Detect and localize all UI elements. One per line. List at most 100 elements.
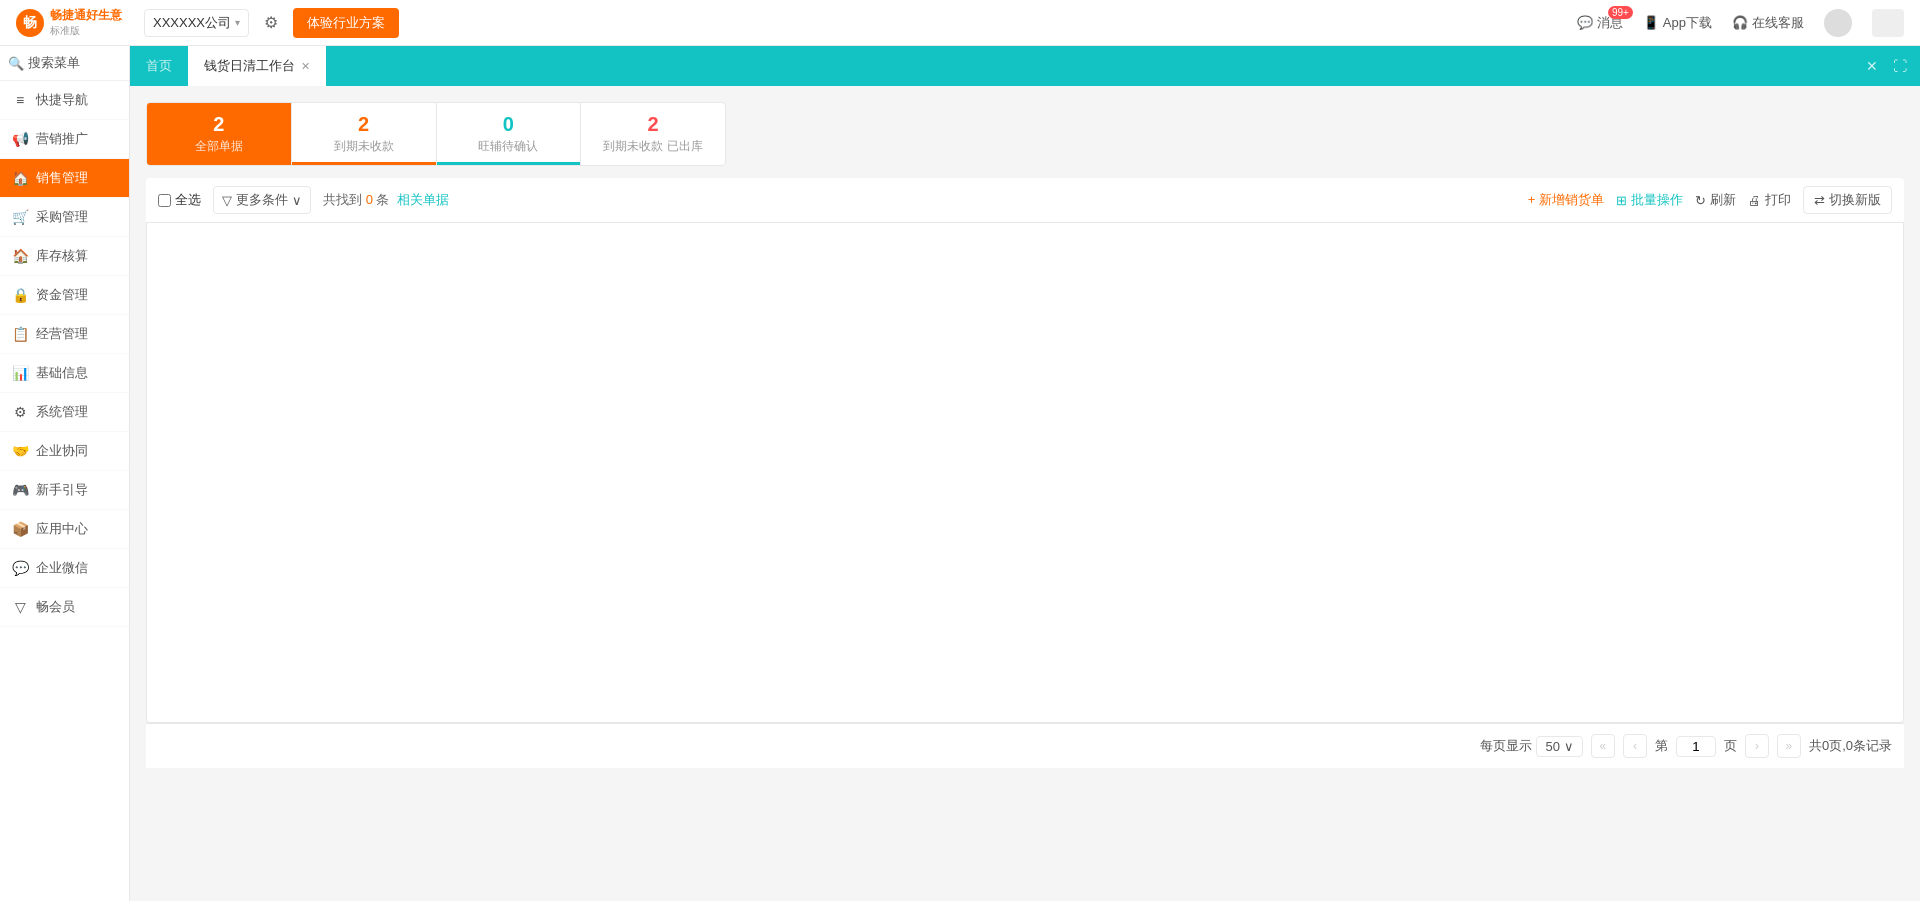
sidebar-item-cooperation[interactable]: 🤝 企业协同 [0,432,129,471]
cooperation-icon: 🤝 [12,443,28,459]
app-download-item[interactable]: 📱 App下载 [1643,14,1712,32]
app-download-label: App下载 [1663,14,1712,32]
sidebar-item-label: 营销推广 [36,130,88,148]
page-size-value: 50 [1545,739,1559,754]
tab-home-label: 首页 [146,57,172,75]
stats-tab-shipped-label: 到期未收款 已出库 [593,138,713,155]
sidebar-item-label: 采购管理 [36,208,88,226]
page-size-dropdown[interactable]: 50 ∨ [1536,736,1582,757]
print-button[interactable]: 🖨 打印 [1748,191,1791,209]
chevron-down-icon: ▾ [235,17,240,28]
message-badge: 99+ [1608,6,1633,19]
close-tab-icon[interactable]: ✕ [301,60,310,73]
sidebar-item-inventory[interactable]: 🏠 库存核算 [0,237,129,276]
new-order-button[interactable]: + 新增销货单 [1528,191,1604,209]
main-content: 2 全部单据 2 到期未收款 0 旺辅待确认 2 到期未收款 已出库 全选 ▽ [130,86,1920,901]
toolbar-right: + 新增销货单 ⊞ 批量操作 ↻ 刷新 🖨 打印 ⇄ 切换新版 [1528,186,1892,214]
tab-close-button[interactable]: ✕ [1860,54,1884,78]
sidebar-item-label: 资金管理 [36,286,88,304]
logo-icon: 畅 [16,9,44,37]
sidebar-item-member[interactable]: ▽ 畅会员 [0,588,129,627]
stats-tab-all[interactable]: 2 全部单据 [147,103,292,165]
switch-version-button[interactable]: ⇄ 切换新版 [1803,186,1892,214]
inventory-icon: 🏠 [12,248,28,264]
print-icon: 🖨 [1748,193,1761,208]
user-dropdown[interactable] [1872,9,1904,37]
batch-icon: ⊞ [1616,193,1627,208]
sidebar-item-purchase[interactable]: 🛒 采购管理 [0,198,129,237]
page-input[interactable] [1676,736,1716,757]
app-center-icon: 📦 [12,521,28,537]
settings-button[interactable]: ⚙ [257,9,285,37]
header: 畅 畅捷通好生意 标准版 XXXXXX公司 ▾ ⚙ 体验行业方案 💬 消息 99… [0,0,1920,46]
filter-button[interactable]: ▽ 更多条件 ∨ [213,186,311,214]
sidebar-item-marketing[interactable]: 📢 营销推广 [0,120,129,159]
member-icon: ▽ [12,599,28,615]
sidebar-item-sales[interactable]: 🏠 销售管理 [0,159,129,198]
sidebar-item-operations[interactable]: 📋 经营管理 [0,315,129,354]
select-all-checkbox[interactable]: 全选 [158,191,201,209]
pagination: 每页显示 50 ∨ « ‹ 第 页 › » 共0页,0条记录 [146,723,1904,768]
stats-tab-shipped-num: 2 [593,113,713,136]
online-service-label: 在线客服 [1752,14,1804,32]
avatar[interactable] [1824,9,1852,37]
next-page-button[interactable]: › [1745,734,1769,758]
basic-info-icon: 📊 [12,365,28,381]
tab-home[interactable]: 首页 [130,46,188,86]
wechat-icon: 💬 [12,560,28,576]
select-all-input[interactable] [158,194,171,207]
stats-tab-all-num: 2 [159,113,279,136]
page-unit: 页 [1724,737,1737,755]
switch-label: 切换新版 [1829,191,1881,209]
refresh-button[interactable]: ↻ 刷新 [1695,191,1736,209]
refresh-label: 刷新 [1710,191,1736,209]
tab-daily-work[interactable]: 钱货日清工作台 ✕ [188,46,326,86]
batch-operation-button[interactable]: ⊞ 批量操作 [1616,191,1683,209]
company-name: XXXXXX公司 [153,14,231,32]
sidebar-item-label: 新手引导 [36,481,88,499]
message-item[interactable]: 💬 消息 99+ [1577,14,1623,32]
chevron-down-icon: ∨ [1564,739,1574,754]
sidebar-item-finance[interactable]: 🔒 资金管理 [0,276,129,315]
logo-text: 畅捷通好生意 标准版 [50,8,122,37]
tab-expand-button[interactable]: ⛶ [1888,54,1912,78]
select-all-label: 全选 [175,191,201,209]
sidebar-item-label: 应用中心 [36,520,88,538]
sidebar-item-app-center[interactable]: 📦 应用中心 [0,510,129,549]
search-icon: 🔍 [8,56,24,71]
page-label: 第 [1655,737,1668,755]
tab-bar: 首页 钱货日清工作台 ✕ ✕ ⛶ [130,46,1920,86]
sidebar-item-system[interactable]: ⚙ 系统管理 [0,393,129,432]
sidebar-item-basic-info[interactable]: 📊 基础信息 [0,354,129,393]
last-page-button[interactable]: » [1777,734,1801,758]
sidebar-search[interactable]: 🔍 搜索菜单 [0,46,129,81]
stats-tab-overdue[interactable]: 2 到期未收款 [292,103,437,165]
sidebar-item-label: 销售管理 [36,169,88,187]
logo-area: 畅 畅捷通好生意 标准版 [16,8,136,37]
page-size-select: 每页显示 50 ∨ [1480,736,1582,757]
tutorial-icon: 🎮 [12,482,28,498]
prev-page-button[interactable]: ‹ [1623,734,1647,758]
stats-tab-pending-num: 0 [449,113,569,136]
sidebar-item-tutorial[interactable]: 🎮 新手引导 [0,471,129,510]
sidebar-item-label: 企业协同 [36,442,88,460]
finance-icon: 🔒 [12,287,28,303]
online-service-item[interactable]: 🎧 在线客服 [1732,14,1804,32]
stats-tab-overdue-num: 2 [304,113,424,136]
header-right: 💬 消息 99+ 📱 App下载 🎧 在线客服 [1577,9,1904,37]
sidebar: 🔍 搜索菜单 ≡ 快捷导航 📢 营销推广 🏠 销售管理 🛒 采购管理 🏠 库存核… [0,0,130,901]
tab-daily-work-label: 钱货日清工作台 [204,57,295,75]
stats-tab-shipped[interactable]: 2 到期未收款 已出库 [581,103,725,165]
sidebar-item-quick-nav[interactable]: ≡ 快捷导航 [0,81,129,120]
experience-button[interactable]: 体验行业方案 [293,8,399,38]
search-label: 搜索菜单 [28,54,80,72]
company-selector[interactable]: XXXXXX公司 ▾ [144,9,249,37]
stats-tab-pending[interactable]: 0 旺辅待确认 [437,103,582,165]
tab-bar-actions: ✕ ⛶ [1860,54,1920,78]
toolbar-left: 全选 ▽ 更多条件 ∨ 共找到 0 条 相关单据 [158,186,449,214]
first-page-button[interactable]: « [1591,734,1615,758]
sidebar-item-wechat[interactable]: 💬 企业微信 [0,549,129,588]
marketing-icon: 📢 [12,131,28,147]
related-orders-link[interactable]: 相关单据 [397,192,449,207]
sidebar-item-label: 基础信息 [36,364,88,382]
